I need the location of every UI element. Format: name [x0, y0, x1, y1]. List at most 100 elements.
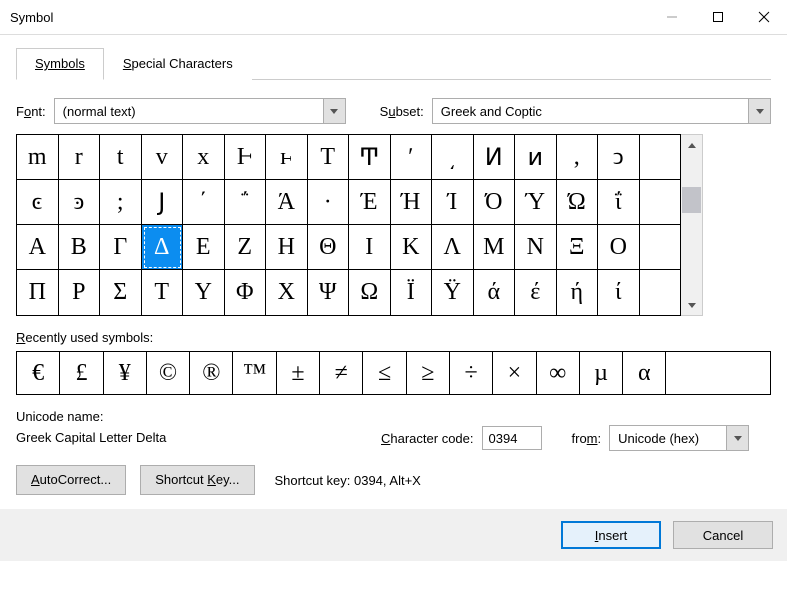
- cancel-button[interactable]: Cancel: [673, 521, 773, 549]
- insert-button[interactable]: Insert: [561, 521, 661, 549]
- symbol-cell[interactable]: Ν: [515, 225, 557, 270]
- symbol-cell[interactable]: Ό: [474, 180, 516, 225]
- symbol-cell[interactable]: [640, 180, 682, 225]
- recent-symbol-cell[interactable]: ≥: [407, 352, 450, 394]
- tab-special-characters[interactable]: Special Characters: [104, 48, 252, 80]
- symbol-cell[interactable]: Ι: [349, 225, 391, 270]
- symbol-cell[interactable]: Σ: [100, 270, 142, 315]
- symbol-cell[interactable]: Ϋ: [432, 270, 474, 315]
- symbol-cell[interactable]: r: [59, 135, 101, 180]
- autocorrect-button[interactable]: AutoCorrect...: [16, 465, 126, 495]
- symbol-cell[interactable]: ΅: [225, 180, 267, 225]
- minimize-button[interactable]: [649, 0, 695, 34]
- symbol-cell[interactable]: Χ: [266, 270, 308, 315]
- recent-symbol-cell[interactable]: α: [623, 352, 666, 394]
- font-select[interactable]: (normal text): [54, 98, 346, 124]
- symbol-cell[interactable]: Ψ: [308, 270, 350, 315]
- symbol-cell[interactable]: Ϳ: [142, 180, 184, 225]
- symbol-cell[interactable]: Υ: [183, 270, 225, 315]
- symbol-cell[interactable]: ͼ: [17, 180, 59, 225]
- symbol-cell[interactable]: Ⱶ: [225, 135, 267, 180]
- symbol-cell[interactable]: Π: [17, 270, 59, 315]
- symbol-cell[interactable]: Λ: [432, 225, 474, 270]
- recent-symbol-cell[interactable]: ×: [493, 352, 536, 394]
- symbol-cell[interactable]: T: [308, 135, 350, 180]
- tab-symbols[interactable]: Symbols: [16, 48, 104, 80]
- symbol-cell[interactable]: Θ: [308, 225, 350, 270]
- symbol-cell[interactable]: Έ: [349, 180, 391, 225]
- symbol-cell[interactable]: ή: [557, 270, 599, 315]
- symbol-cell[interactable]: ΐ: [598, 180, 640, 225]
- subset-select[interactable]: Greek and Coptic: [432, 98, 771, 124]
- subset-select-dropdown-button[interactable]: [748, 99, 770, 123]
- recent-symbol-cell[interactable]: [666, 352, 709, 394]
- symbol-cell[interactable]: Μ: [474, 225, 516, 270]
- recent-symbol-cell[interactable]: £: [60, 352, 103, 394]
- recent-symbol-cell[interactable]: ®: [190, 352, 233, 394]
- close-button[interactable]: [741, 0, 787, 34]
- symbol-cell[interactable]: Γ: [100, 225, 142, 270]
- symbol-cell[interactable]: ͵: [432, 135, 474, 180]
- symbol-cell[interactable]: Α: [17, 225, 59, 270]
- symbol-cell[interactable]: ͻ: [598, 135, 640, 180]
- symbol-cell[interactable]: Ά: [266, 180, 308, 225]
- symbol-cell[interactable]: ί: [598, 270, 640, 315]
- symbol-cell[interactable]: Ξ: [557, 225, 599, 270]
- symbol-cell[interactable]: Ο: [598, 225, 640, 270]
- symbol-cell[interactable]: Ή: [391, 180, 433, 225]
- symbol-cell[interactable]: ΄: [183, 180, 225, 225]
- recent-symbol-cell[interactable]: ©: [147, 352, 190, 394]
- symbol-cell[interactable]: ·: [308, 180, 350, 225]
- symbol-cell[interactable]: Ζ: [225, 225, 267, 270]
- symbol-cell[interactable]: Ͷ: [474, 135, 516, 180]
- symbol-cell[interactable]: Κ: [391, 225, 433, 270]
- from-select[interactable]: Unicode (hex): [609, 425, 749, 451]
- recent-symbol-cell[interactable]: ÷: [450, 352, 493, 394]
- scroll-down-button[interactable]: [681, 295, 702, 315]
- symbol-cell[interactable]: v: [142, 135, 184, 180]
- shortcut-key-button[interactable]: Shortcut Key...: [140, 465, 254, 495]
- symbol-cell[interactable]: Ί: [432, 180, 474, 225]
- recently-used-grid[interactable]: €£¥©®™±≠≤≥÷×∞µα: [16, 351, 771, 395]
- symbol-cell[interactable]: x: [183, 135, 225, 180]
- recent-symbol-cell[interactable]: ¥: [104, 352, 147, 394]
- symbol-cell[interactable]: ά: [474, 270, 516, 315]
- symbol-cell[interactable]: Τ: [142, 270, 184, 315]
- recent-symbol-cell[interactable]: ≠: [320, 352, 363, 394]
- symbol-grid-scrollbar[interactable]: [681, 134, 703, 316]
- recent-symbol-cell[interactable]: µ: [580, 352, 623, 394]
- symbol-cell[interactable]: [640, 270, 682, 315]
- symbol-grid[interactable]: mrtvxⱵⱶTͲʹ͵Ͷͷ,ͻͼͽ;Ϳ΄΅Ά·ΈΉΊΌΎΏΐΑΒΓΔΕΖΗΘΙΚ…: [16, 134, 681, 316]
- scroll-track[interactable]: [681, 155, 702, 295]
- symbol-cell[interactable]: ʹ: [391, 135, 433, 180]
- recent-symbol-cell[interactable]: ∞: [537, 352, 580, 394]
- symbol-cell[interactable]: Ω: [349, 270, 391, 315]
- recent-symbol-cell[interactable]: ±: [277, 352, 320, 394]
- from-select-dropdown-button[interactable]: [726, 426, 748, 450]
- symbol-cell[interactable]: ͽ: [59, 180, 101, 225]
- symbol-cell[interactable]: ⱶ: [266, 135, 308, 180]
- scroll-thumb[interactable]: [682, 187, 701, 213]
- symbol-cell[interactable]: Ρ: [59, 270, 101, 315]
- symbol-cell[interactable]: Φ: [225, 270, 267, 315]
- symbol-cell[interactable]: Η: [266, 225, 308, 270]
- symbol-cell[interactable]: Β: [59, 225, 101, 270]
- font-select-dropdown-button[interactable]: [323, 99, 345, 123]
- symbol-cell[interactable]: έ: [515, 270, 557, 315]
- symbol-cell[interactable]: m: [17, 135, 59, 180]
- symbol-cell[interactable]: Ύ: [515, 180, 557, 225]
- recent-symbol-cell[interactable]: ≤: [363, 352, 406, 394]
- symbol-cell[interactable]: Ώ: [557, 180, 599, 225]
- scroll-up-button[interactable]: [681, 135, 702, 155]
- symbol-cell[interactable]: [640, 135, 682, 180]
- symbol-cell[interactable]: ͷ: [515, 135, 557, 180]
- symbol-cell[interactable]: t: [100, 135, 142, 180]
- symbol-cell[interactable]: Ϊ: [391, 270, 433, 315]
- recent-symbol-cell[interactable]: €: [17, 352, 60, 394]
- symbol-cell[interactable]: Δ: [142, 225, 184, 270]
- symbol-cell[interactable]: ;: [100, 180, 142, 225]
- recent-symbol-cell[interactable]: ™: [233, 352, 276, 394]
- maximize-button[interactable]: [695, 0, 741, 34]
- charcode-input[interactable]: [482, 426, 542, 450]
- symbol-cell[interactable]: Ͳ: [349, 135, 391, 180]
